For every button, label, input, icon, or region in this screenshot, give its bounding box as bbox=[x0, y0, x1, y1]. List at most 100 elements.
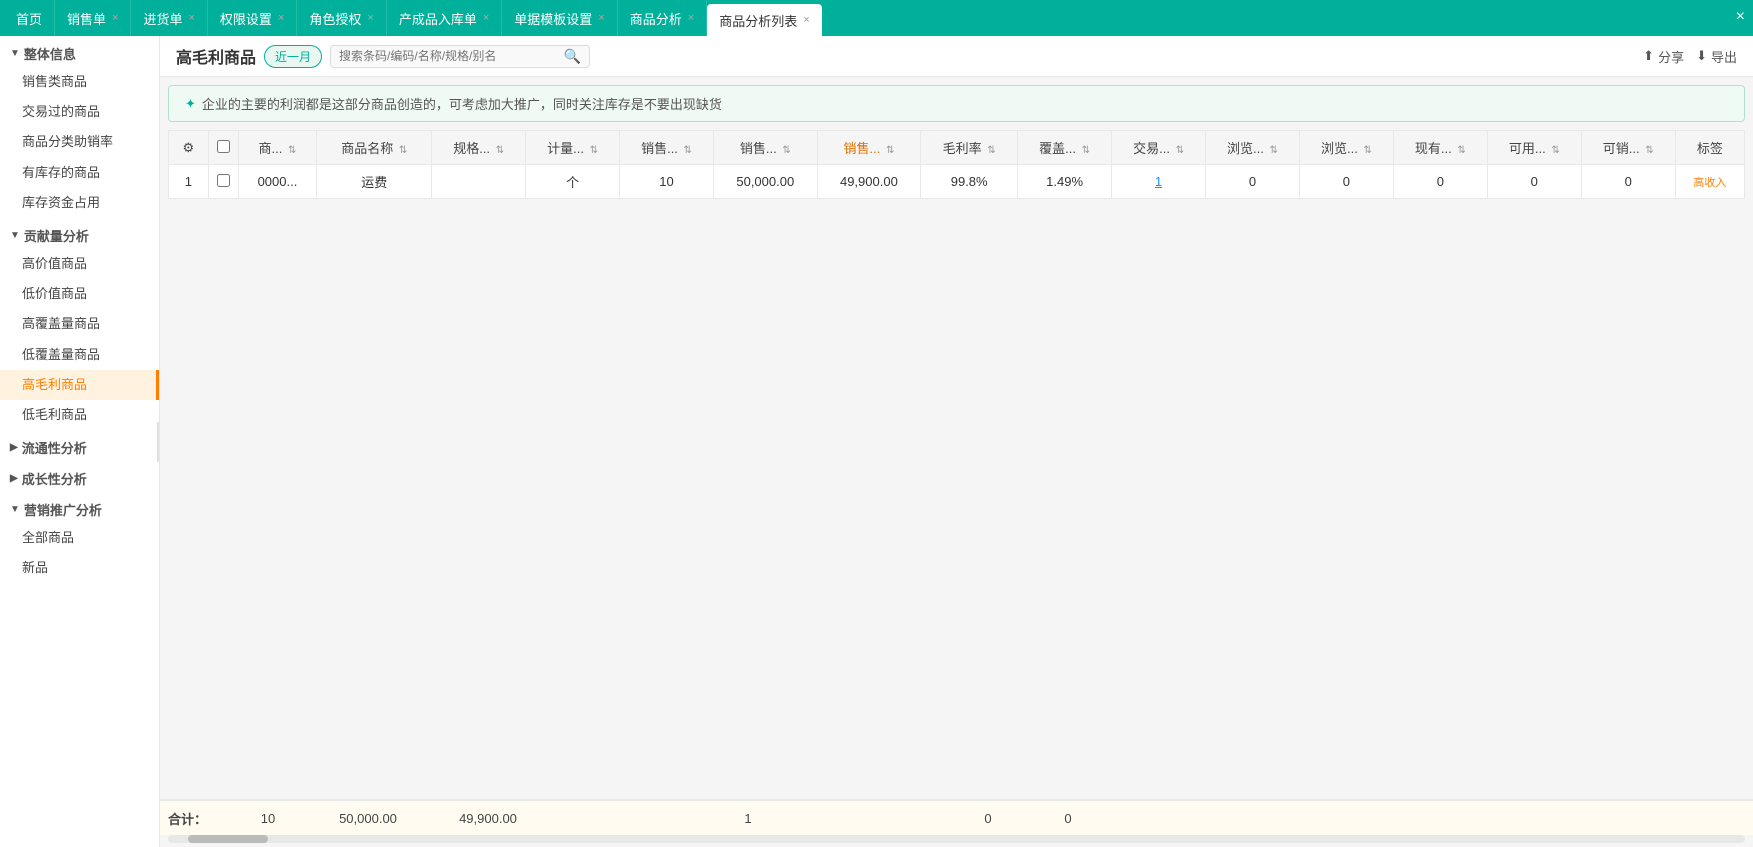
sidebar-collapse-button[interactable]: « bbox=[157, 422, 160, 462]
row-browse1: 0 bbox=[1206, 165, 1300, 199]
nav-product-analysis[interactable]: 商品分析 × bbox=[618, 0, 707, 36]
current-stock-col-header[interactable]: 现有... ⇅ bbox=[1393, 131, 1487, 165]
tag-col-header[interactable]: 标签 bbox=[1675, 131, 1744, 165]
close-permission-settings[interactable]: × bbox=[278, 12, 284, 24]
sort-icon-7: ⇅ bbox=[886, 145, 894, 156]
row-transaction: 1 bbox=[1112, 165, 1206, 199]
unit-col-header[interactable]: 计量... ⇅ bbox=[526, 131, 620, 165]
sort-icon-12: ⇅ bbox=[1363, 145, 1371, 156]
close-sales-order[interactable]: × bbox=[112, 12, 118, 24]
search-icon[interactable]: 🔍 bbox=[564, 48, 581, 65]
table-row: 1 0000... 运费 个 10 50,000.00 49,900.00 99… bbox=[169, 165, 1745, 199]
sort-icon: ⇅ bbox=[288, 145, 296, 156]
top-navigation: 首页 销售单 × 进货单 × 权限设置 × 角色授权 × 产成品入库单 × 单据… bbox=[0, 0, 1753, 36]
sidebar-item-all-goods[interactable]: 全部商品 bbox=[0, 523, 159, 553]
nav-role-auth[interactable]: 角色授权 × bbox=[297, 0, 386, 36]
gross-margin-col-header[interactable]: 毛利率 ⇅ bbox=[921, 131, 1018, 165]
arrow-icon-4: ▶ bbox=[10, 473, 18, 484]
footer-transaction: 1 bbox=[708, 811, 788, 826]
sidebar-item-high-margin[interactable]: 高毛利商品 bbox=[0, 370, 159, 400]
browse1-col-header[interactable]: 浏览... ⇅ bbox=[1206, 131, 1300, 165]
footer-available-stock: 0 bbox=[1028, 811, 1108, 826]
footer-current-stock: 0 bbox=[948, 811, 1028, 826]
sidebar-item-low-value[interactable]: 低价值商品 bbox=[0, 279, 159, 309]
available-stock-col-header[interactable]: 可用... ⇅ bbox=[1487, 131, 1581, 165]
sidebar-group-marketing[interactable]: ▼ 营销推广分析 bbox=[0, 492, 159, 523]
nav-home[interactable]: 首页 bbox=[4, 0, 55, 36]
sidebar-group-growth[interactable]: ▶ 成长性分析 bbox=[0, 461, 159, 492]
sidebar-item-new-goods[interactable]: 新品 bbox=[0, 553, 159, 583]
coverage-col-header[interactable]: 覆盖... ⇅ bbox=[1018, 131, 1112, 165]
nav-permission-settings[interactable]: 权限设置 × bbox=[208, 0, 297, 36]
export-button[interactable]: ⬇ 导出 bbox=[1696, 47, 1737, 66]
sidebar-item-traded-goods[interactable]: 交易过的商品 bbox=[0, 97, 159, 127]
settings-col-header[interactable]: ⚙ bbox=[169, 131, 209, 165]
sales-profit-col-header[interactable]: 销售... ⇅ bbox=[817, 131, 921, 165]
sales-amount-col-header[interactable]: 销售... ⇅ bbox=[713, 131, 817, 165]
close-product-analysis[interactable]: × bbox=[688, 12, 694, 24]
close-template-settings[interactable]: × bbox=[598, 12, 604, 24]
sort-icon-11: ⇅ bbox=[1270, 145, 1278, 156]
sort-icon-5: ⇅ bbox=[684, 145, 692, 156]
select-all-checkbox[interactable] bbox=[217, 140, 230, 153]
table-header-row: ⚙ 商... ⇅ 商品名称 ⇅ 规格... bbox=[169, 131, 1745, 165]
sidebar-item-low-coverage[interactable]: 低覆盖量商品 bbox=[0, 340, 159, 370]
transaction-col-header[interactable]: 交易... ⇅ bbox=[1112, 131, 1206, 165]
content-area: 高毛利商品 近一月 🔍 ⬆ 分享 ⬇ 导出 ✦ 企业的主要的利润都是这部分商品创… bbox=[160, 36, 1753, 847]
close-role-auth[interactable]: × bbox=[367, 12, 373, 24]
sidebar: « ▼ 整体信息 销售类商品 交易过的商品 商品分类助销率 有库存的商品 库存资… bbox=[0, 36, 160, 847]
nav-purchase-order[interactable]: 进货单 × bbox=[131, 0, 207, 36]
sort-icon-2: ⇅ bbox=[399, 145, 407, 156]
footer-spacer1 bbox=[548, 811, 628, 826]
transaction-link[interactable]: 1 bbox=[1155, 174, 1162, 189]
search-input[interactable] bbox=[339, 49, 564, 63]
sidebar-group-overview[interactable]: ▼ 整体信息 bbox=[0, 36, 159, 67]
sort-icon-8: ⇅ bbox=[987, 145, 995, 156]
close-purchase-order[interactable]: × bbox=[188, 12, 194, 24]
row-name: 运费 bbox=[317, 165, 432, 199]
arrow-icon-5: ▼ bbox=[10, 504, 20, 515]
row-sales-amount: 50,000.00 bbox=[713, 165, 817, 199]
info-banner: ✦ 企业的主要的利润都是这部分商品创造的，可考虑加大推广，同时关注库存是不要出现… bbox=[168, 85, 1745, 122]
close-window-button[interactable]: × bbox=[1736, 8, 1745, 26]
nav-product-analysis-list[interactable]: 商品分析列表 × bbox=[707, 4, 821, 36]
nav-product-stock[interactable]: 产成品入库单 × bbox=[387, 0, 502, 36]
row-saleable-stock: 0 bbox=[1581, 165, 1675, 199]
spec-col-header[interactable]: 规格... ⇅ bbox=[432, 131, 526, 165]
close-product-analysis-list[interactable]: × bbox=[803, 14, 809, 26]
share-button[interactable]: ⬆ 分享 bbox=[1643, 47, 1684, 66]
search-box[interactable]: 🔍 bbox=[330, 45, 590, 68]
saleable-stock-col-header[interactable]: 可销... ⇅ bbox=[1581, 131, 1675, 165]
sidebar-item-high-value[interactable]: 高价值商品 bbox=[0, 249, 159, 279]
export-icon: ⬇ bbox=[1696, 48, 1707, 64]
nav-sales-order[interactable]: 销售单 × bbox=[55, 0, 131, 36]
page-title: 高毛利商品 bbox=[176, 44, 256, 68]
sidebar-item-high-coverage[interactable]: 高覆盖量商品 bbox=[0, 309, 159, 339]
sidebar-item-category-rate[interactable]: 商品分类助销率 bbox=[0, 127, 159, 157]
sort-icon-4: ⇅ bbox=[590, 145, 598, 156]
table-wrapper: ⚙ 商... ⇅ 商品名称 ⇅ 规格... bbox=[160, 122, 1753, 799]
sidebar-group-liquidity[interactable]: ▶ 流通性分析 bbox=[0, 430, 159, 461]
sidebar-item-low-margin[interactable]: 低毛利商品 bbox=[0, 400, 159, 430]
scrollbar-thumb[interactable] bbox=[188, 835, 268, 843]
code-col-header[interactable]: 商... ⇅ bbox=[238, 131, 317, 165]
row-settings: 1 bbox=[169, 165, 209, 199]
name-col-header[interactable]: 商品名称 ⇅ bbox=[317, 131, 432, 165]
sidebar-item-sales-goods[interactable]: 销售类商品 bbox=[0, 67, 159, 97]
row-gross-margin: 99.8% bbox=[921, 165, 1018, 199]
nav-template-settings[interactable]: 单据模板设置 × bbox=[502, 0, 617, 36]
sort-icon-15: ⇅ bbox=[1645, 145, 1653, 156]
sidebar-item-stock-capital[interactable]: 库存资金占用 bbox=[0, 188, 159, 218]
sidebar-group-contribution[interactable]: ▼ 贡献量分析 bbox=[0, 218, 159, 249]
row-current-stock: 0 bbox=[1393, 165, 1487, 199]
browse2-col-header[interactable]: 浏览... ⇅ bbox=[1299, 131, 1393, 165]
sidebar-item-in-stock-goods[interactable]: 有库存的商品 bbox=[0, 158, 159, 188]
filter-recent-month-button[interactable]: 近一月 bbox=[264, 45, 322, 68]
row-available-stock: 0 bbox=[1487, 165, 1581, 199]
arrow-icon-2: ▼ bbox=[10, 230, 20, 241]
horizontal-scrollbar[interactable] bbox=[168, 835, 1745, 843]
row-checkbox[interactable] bbox=[217, 174, 230, 187]
sales-qty-col-header[interactable]: 销售... ⇅ bbox=[620, 131, 714, 165]
footer-cells: 10 50,000.00 49,900.00 1 0 0 bbox=[228, 811, 1745, 826]
close-product-stock[interactable]: × bbox=[483, 12, 489, 24]
